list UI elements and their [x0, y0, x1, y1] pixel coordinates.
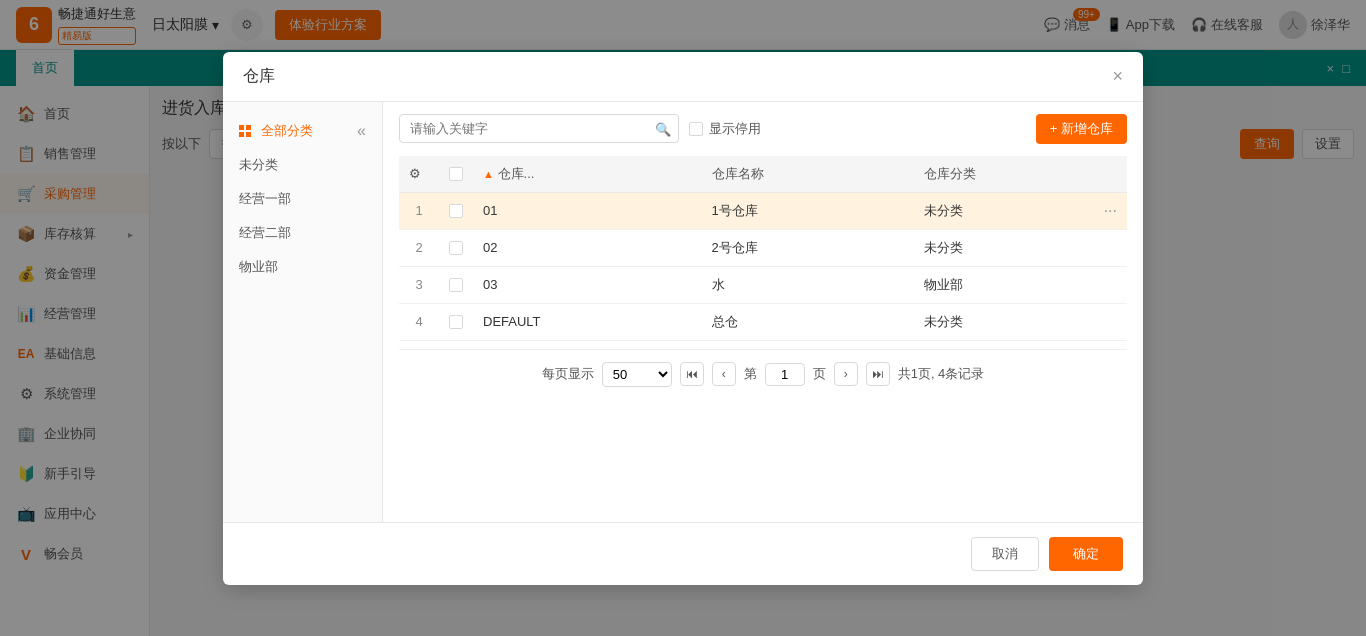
th-category: 仓库分类 [914, 156, 1127, 193]
th-name: 仓库名称 [702, 156, 914, 193]
row-checkbox-4[interactable] [449, 315, 463, 329]
gear-icon: ⚙ [409, 166, 421, 181]
row-num-1: 1 [399, 192, 439, 229]
row-name-1: 1号仓库 [702, 192, 914, 229]
row-num-2: 2 [399, 229, 439, 266]
page-input[interactable] [765, 363, 805, 386]
row-checkbox-1[interactable] [449, 204, 463, 218]
category-item-property[interactable]: 物业部 [223, 250, 382, 284]
table-body: 1 01 1号仓库 未分类 ··· [399, 192, 1127, 340]
cancel-button[interactable]: 取消 [971, 537, 1039, 571]
row-check-4[interactable] [439, 303, 473, 340]
warehouse-table: ⚙ ▲ 仓库... 仓库名称 [399, 156, 1127, 341]
th-code: ▲ 仓库... [473, 156, 702, 193]
th-check [439, 156, 473, 193]
category-header: 全部分类 « [223, 114, 382, 148]
show-disabled-text: 显示停用 [709, 120, 761, 138]
row-check-3[interactable] [439, 266, 473, 303]
row-name-4: 总仓 [702, 303, 914, 340]
category-item-unclassified[interactable]: 未分类 [223, 148, 382, 182]
next-page-btn[interactable]: › [834, 362, 858, 386]
search-field: 🔍 [399, 114, 679, 143]
row-code-4: DEFAULT [473, 303, 702, 340]
row-num-3: 3 [399, 266, 439, 303]
row-code-1: 01 [473, 192, 702, 229]
row-check-1[interactable] [439, 192, 473, 229]
dialog-toolbar: 🔍 显示停用 + 新增仓库 [399, 114, 1127, 144]
first-page-btn[interactable]: ⏮ [680, 362, 704, 386]
grid-icon [239, 125, 251, 137]
row-name-3: 水 [702, 266, 914, 303]
dialog-footer: 取消 确定 [223, 522, 1143, 585]
dialog-header: 仓库 × [223, 52, 1143, 102]
show-disabled-checkbox[interactable] [689, 122, 703, 136]
dialog-title: 仓库 [243, 66, 275, 87]
prev-page-btn[interactable]: ‹ [712, 362, 736, 386]
add-warehouse-btn[interactable]: + 新增仓库 [1036, 114, 1127, 144]
row-category-4: 未分类 [914, 303, 1127, 340]
row-code-3: 03 [473, 266, 702, 303]
row-checkbox-3[interactable] [449, 278, 463, 292]
category-item-dept2[interactable]: 经营二部 [223, 216, 382, 250]
table-header: ⚙ ▲ 仓库... 仓库名称 [399, 156, 1127, 193]
per-page-label: 每页显示 [542, 365, 594, 383]
show-disabled-label: 显示停用 [689, 120, 761, 138]
page-label: 第 [744, 365, 757, 383]
warehouse-dialog: 仓库 × 全部分类 « 未分类 经营一部 [223, 52, 1143, 585]
search-icon[interactable]: 🔍 [655, 121, 671, 136]
last-page-btn[interactable]: ⏭ [866, 362, 890, 386]
row-checkbox-2[interactable] [449, 241, 463, 255]
page-unit: 页 [813, 365, 826, 383]
table-row[interactable]: 1 01 1号仓库 未分类 ··· [399, 192, 1127, 229]
row-check-2[interactable] [439, 229, 473, 266]
sidebar-toggle-btn[interactable]: « [357, 122, 366, 140]
table-row[interactable]: 4 DEFAULT 总仓 未分类 [399, 303, 1127, 340]
row-category-1: 未分类 ··· [914, 192, 1127, 229]
row-name-2: 2号仓库 [702, 229, 914, 266]
search-input[interactable] [399, 114, 679, 143]
row-ellipsis-1[interactable]: ··· [1104, 202, 1117, 220]
dialog-body: 全部分类 « 未分类 经营一部 经营二部 物业部 [223, 102, 1143, 522]
table-row[interactable]: 2 02 2号仓库 未分类 [399, 229, 1127, 266]
sort-code-icon: ▲ [483, 168, 494, 180]
select-all-checkbox[interactable] [449, 167, 463, 181]
row-category-3: 物业部 [914, 266, 1127, 303]
dialog-close-btn[interactable]: × [1112, 67, 1123, 85]
modal-overlay: 仓库 × 全部分类 « 未分类 经营一部 [0, 0, 1366, 636]
row-num-4: 4 [399, 303, 439, 340]
dialog-sidebar: 全部分类 « 未分类 经营一部 经营二部 物业部 [223, 102, 383, 522]
pagination: 每页显示 50 100 ⏮ ‹ 第 页 › ⏭ 共1页, 4条记录 [399, 349, 1127, 391]
category-header-label: 全部分类 [261, 122, 313, 140]
confirm-button[interactable]: 确定 [1049, 537, 1123, 571]
category-item-dept1[interactable]: 经营一部 [223, 182, 382, 216]
table-row[interactable]: 3 03 水 物业部 [399, 266, 1127, 303]
dialog-main: 🔍 显示停用 + 新增仓库 ⚙ [383, 102, 1143, 522]
row-category-2: 未分类 [914, 229, 1127, 266]
th-gear: ⚙ [399, 156, 439, 193]
per-page-select[interactable]: 50 100 [602, 362, 672, 387]
total-info: 共1页, 4条记录 [898, 365, 985, 383]
row-code-2: 02 [473, 229, 702, 266]
